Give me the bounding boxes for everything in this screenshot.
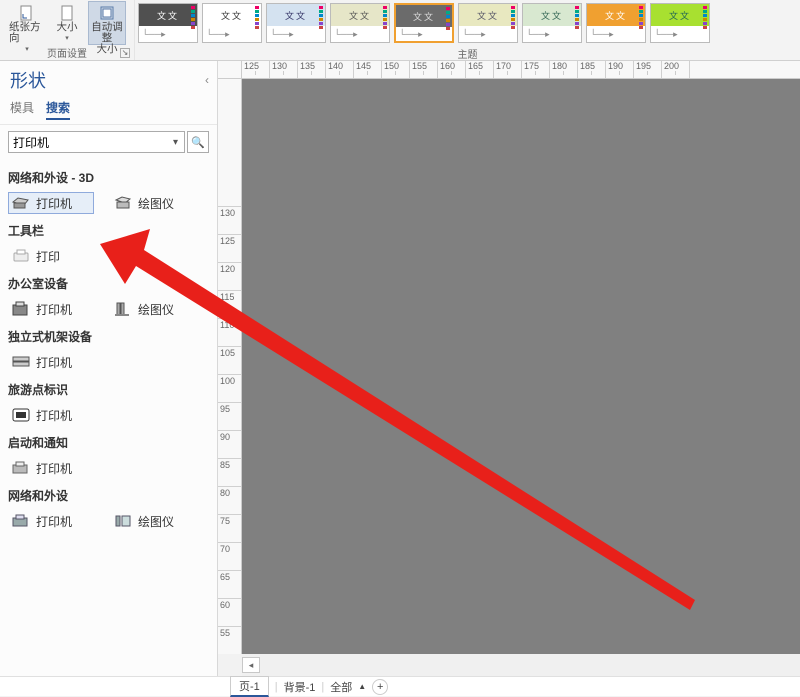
themes-label: 主题	[135, 46, 800, 60]
notify-printer-icon	[10, 459, 32, 477]
background-label[interactable]: 背景-1	[284, 679, 316, 695]
page-setup-group: 纸张方向 ▾ 大小 ▾ 自动调整 大小 页面设置 ↘	[0, 0, 135, 60]
theme-thumb-3[interactable]: 文文└──▸	[330, 3, 390, 43]
category-title: 办公室设备	[8, 275, 209, 292]
scroll-left-button[interactable]: ◂	[242, 657, 260, 673]
tab-search[interactable]: 搜索	[46, 99, 70, 120]
shape-item[interactable]: 打印机	[8, 298, 94, 320]
theme-thumb-5[interactable]: 文文└──▸	[458, 3, 518, 43]
shape-item[interactable]: 绘图仪	[110, 298, 196, 320]
theme-thumb-6[interactable]: 文文└──▸	[522, 3, 582, 43]
theme-thumb-4[interactable]: 文文└──▸	[394, 3, 454, 43]
theme-thumb-1[interactable]: 文文└──▸	[202, 3, 262, 43]
size-label: 大小	[57, 22, 78, 33]
theme-thumb-8[interactable]: 文文└──▸	[650, 3, 710, 43]
shape-item-label: 绘图仪	[138, 195, 174, 212]
ribbon: 纸张方向 ▾ 大小 ▾ 自动调整 大小 页面设置 ↘ 文文└──▸文文└──▸文…	[0, 0, 800, 61]
theme-thumb-2[interactable]: 文文└──▸	[266, 3, 326, 43]
search-dropdown[interactable]: ▾	[171, 137, 180, 148]
category-title: 网络和外设 - 3D	[8, 169, 209, 186]
shape-item-label: 打印机	[36, 195, 72, 212]
shape-item[interactable]: 打印机	[8, 404, 94, 426]
orientation-button[interactable]: 纸张方向 ▾	[8, 1, 46, 45]
all-caret[interactable]: ▲	[358, 682, 366, 691]
theme-thumb-7[interactable]: 文文└──▸	[586, 3, 646, 43]
search-icon: 🔍	[191, 136, 205, 149]
category-title: 独立式机架设备	[8, 328, 209, 345]
shape-item-label: 打印机	[36, 513, 72, 530]
shape-item[interactable]: 打印机	[8, 510, 94, 532]
add-page-button[interactable]: +	[372, 679, 388, 695]
category-title: 启动和通知	[8, 434, 209, 451]
status-bar: 页-1 | 背景-1 | 全部 ▲ +	[0, 676, 800, 696]
all-label[interactable]: 全部	[330, 679, 352, 695]
size-button[interactable]: 大小 ▾	[48, 1, 86, 45]
themes-group: 文文└──▸文文└──▸文文└──▸文文└──▸文文└──▸文文└──▸文文└─…	[135, 0, 800, 60]
scroll-horizontal[interactable]: ◂	[242, 654, 800, 676]
page-setup-label: 页面设置	[47, 45, 87, 60]
ruler-corner	[218, 61, 242, 79]
autofit-button[interactable]: 自动调整 大小	[88, 1, 126, 45]
category-title: 旅游点标识	[8, 381, 209, 398]
shape-item-label: 打印机	[36, 407, 72, 424]
search-button[interactable]: 🔍	[187, 131, 209, 153]
collapse-panel-button[interactable]: ‹	[205, 73, 209, 87]
autofit-icon	[97, 4, 117, 22]
tab-stencils[interactable]: 模具	[10, 99, 34, 120]
ruler-vertical: 556065707580859095100105110115120125130	[218, 79, 242, 654]
category-title: 网络和外设	[8, 487, 209, 504]
shape-item-label: 打印机	[36, 354, 72, 371]
page-setup-launcher[interactable]: ↘	[120, 48, 130, 58]
shape-item-label: 打印	[36, 248, 60, 265]
office-printer-icon	[10, 300, 32, 318]
search-results: 网络和外设 - 3D打印机绘图仪工具栏打印办公室设备打印机绘图仪独立式机架设备打…	[0, 169, 217, 540]
print-flat-icon	[10, 247, 32, 265]
poi-printer-icon	[10, 406, 32, 424]
shape-item[interactable]: 打印机	[8, 351, 94, 373]
search-input-wrapper: ▾	[8, 131, 185, 153]
shape-item[interactable]: 绘图仪	[110, 510, 196, 532]
rack-printer-icon	[10, 353, 32, 371]
search-input[interactable]	[13, 135, 171, 149]
office-plotter-icon	[112, 300, 134, 318]
shape-item-label: 打印机	[36, 301, 72, 318]
shapes-panel: 形状 ‹ 模具 搜索 ▾ 🔍 网络和外设 - 3D打印机绘图仪工具栏打印办公室设…	[0, 61, 218, 676]
ruler-horizontal: 1251301351401451501551601651701751801851…	[242, 61, 800, 79]
shape-item[interactable]: 打印	[8, 245, 94, 267]
shapes-title: 形状	[10, 67, 46, 93]
size-icon	[57, 4, 77, 22]
plotter-3d-icon	[112, 194, 134, 212]
page-tab-1[interactable]: 页-1	[230, 676, 269, 697]
shape-item-label: 打印机	[36, 460, 72, 477]
shape-item[interactable]: 打印机	[8, 457, 94, 479]
shape-item-label: 绘图仪	[138, 301, 174, 318]
category-title: 工具栏	[8, 222, 209, 239]
net-plotter-icon	[112, 512, 134, 530]
net-printer-icon	[10, 512, 32, 530]
shape-item-label: 绘图仪	[138, 513, 174, 530]
main-area: 形状 ‹ 模具 搜索 ▾ 🔍 网络和外设 - 3D打印机绘图仪工具栏打印办公室设…	[0, 61, 800, 676]
shape-item[interactable]: 绘图仪	[110, 192, 196, 214]
orientation-icon	[17, 4, 37, 22]
orientation-label: 纸张方向	[9, 22, 45, 44]
printer-3d-icon	[10, 194, 32, 212]
theme-thumb-0[interactable]: 文文└──▸	[138, 3, 198, 43]
shape-item[interactable]: 打印机	[8, 192, 94, 214]
canvas-area: 1251301351401451501551601651701751801851…	[218, 61, 800, 676]
drawing-canvas[interactable]	[242, 79, 800, 654]
